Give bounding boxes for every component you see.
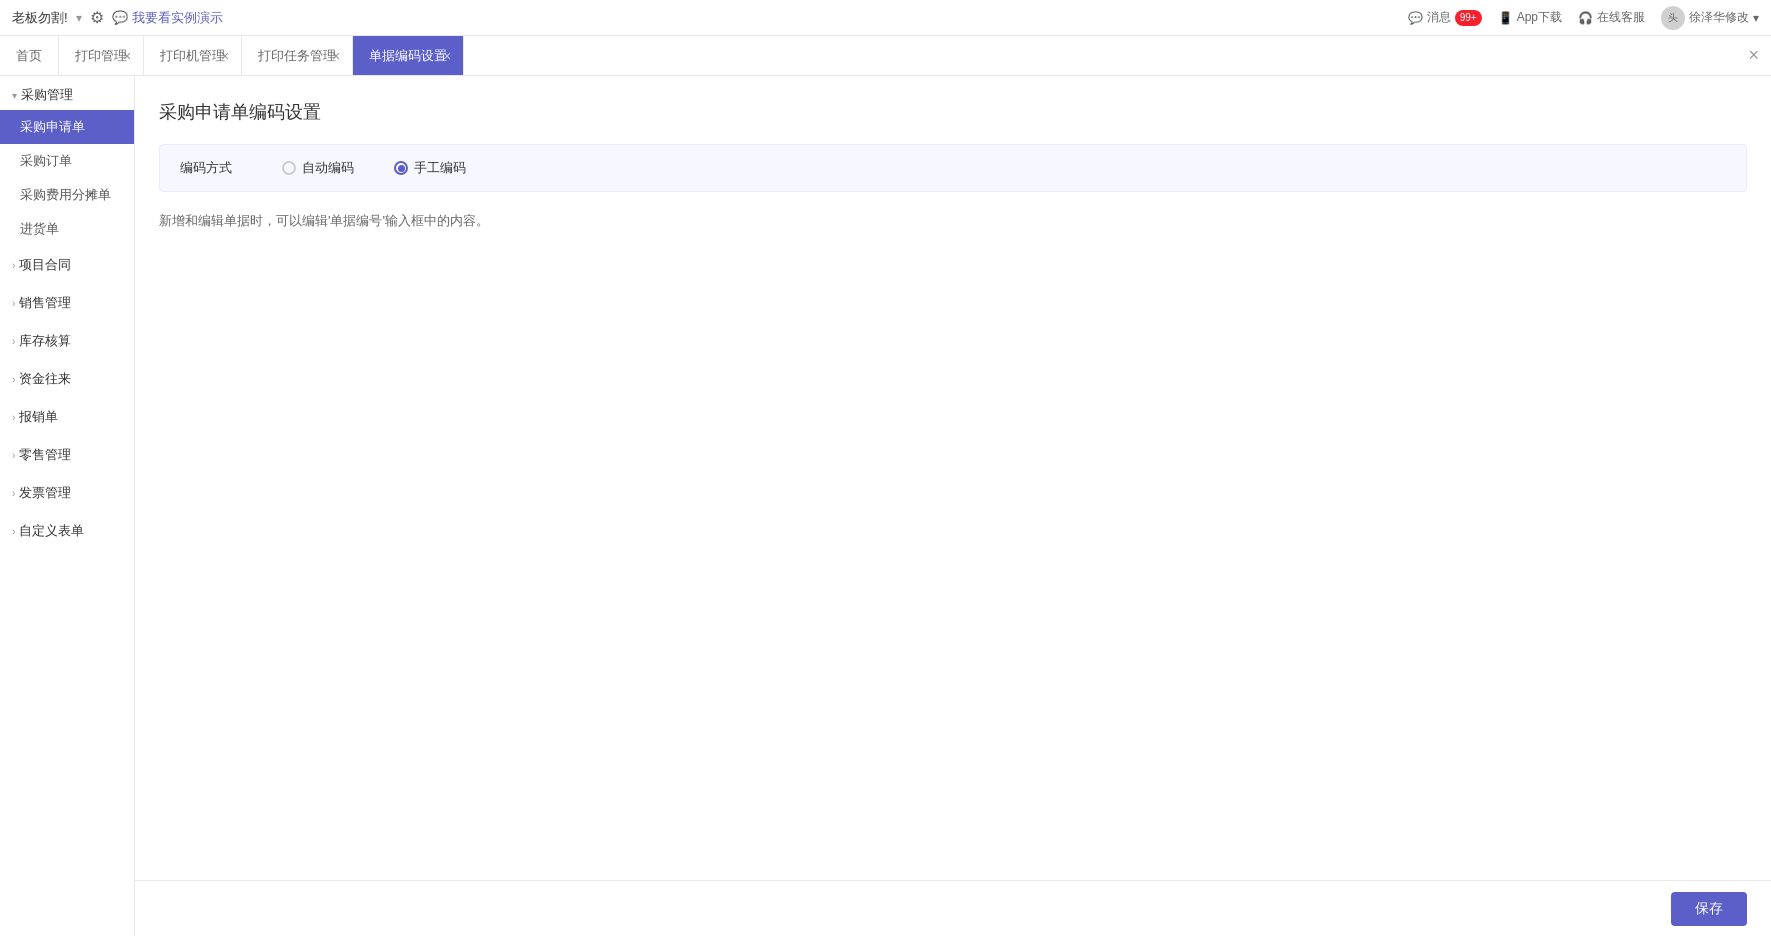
main-content: 采购申请单编码设置 编码方式 自动编码 手工编码 新增和编辑单据时，可以编辑'单… bbox=[135, 76, 1771, 936]
app-download-button[interactable]: 📱 App下载 bbox=[1498, 9, 1562, 26]
footer-bar: 保存 bbox=[135, 880, 1771, 936]
window-close-button[interactable]: × bbox=[1736, 45, 1771, 66]
tab-close-print-manage[interactable]: × bbox=[119, 48, 135, 64]
sidebar-item-purchase-order[interactable]: 采购订单 bbox=[0, 144, 134, 178]
sidebar-group-inventory[interactable]: › 库存核算 bbox=[0, 322, 134, 360]
top-bar-right: 💬 消息 99+ 📱 App下载 🎧 在线客服 头 徐泽华修改 ▾ bbox=[1408, 6, 1759, 30]
sidebar-group-sales[interactable]: › 销售管理 bbox=[0, 284, 134, 322]
tab-bar: 首页 打印管理 × 打印机管理 × 打印任务管理 × 单据编码设置 × × bbox=[0, 36, 1771, 76]
encoding-section: 编码方式 自动编码 手工编码 bbox=[159, 144, 1747, 192]
layout: ▾ 采购管理 采购申请单 采购订单 采购费用分摊单 进货单 › 项目合同 › 销… bbox=[0, 76, 1771, 936]
sidebar-item-purchase-request[interactable]: 采购申请单 bbox=[0, 110, 134, 144]
tab-close-single-code[interactable]: × bbox=[439, 48, 455, 64]
tab-close-print-task[interactable]: × bbox=[328, 48, 344, 64]
user-menu[interactable]: 头 徐泽华修改 ▾ bbox=[1661, 6, 1759, 30]
encoding-label: 编码方式 bbox=[180, 159, 232, 177]
message-badge: 99+ bbox=[1455, 10, 1482, 26]
sidebar-group-purchase[interactable]: ▾ 采购管理 bbox=[0, 76, 134, 110]
top-bar: 老板勿割! ▾ ⚙ 💬 我要看实例演示 💬 消息 99+ 📱 App下载 🎧 在… bbox=[0, 0, 1771, 36]
message-button[interactable]: 💬 消息 99+ bbox=[1408, 9, 1482, 26]
hint-text: 新增和编辑单据时，可以编辑'单据编号'输入框中的内容。 bbox=[159, 212, 1747, 230]
tab-printer-manage[interactable]: 打印机管理 × bbox=[144, 36, 242, 75]
sidebar-item-purchase-expense[interactable]: 采购费用分摊单 bbox=[0, 178, 134, 212]
tab-home[interactable]: 首页 bbox=[0, 36, 59, 75]
auto-code-option[interactable]: 自动编码 bbox=[282, 159, 354, 177]
sidebar-group-project[interactable]: › 项目合同 bbox=[0, 246, 134, 284]
sidebar-group-retail[interactable]: › 零售管理 bbox=[0, 436, 134, 474]
dropdown-icon[interactable]: ▾ bbox=[76, 11, 82, 25]
sidebar-group-custom-form[interactable]: › 自定义表单 bbox=[0, 512, 134, 550]
sidebar-group-sales-return[interactable]: › 报销单 bbox=[0, 398, 134, 436]
content-area: 采购申请单编码设置 编码方式 自动编码 手工编码 新增和编辑单据时，可以编辑'单… bbox=[135, 76, 1771, 880]
sidebar: ▾ 采购管理 采购申请单 采购订单 采购费用分摊单 进货单 › 项目合同 › 销… bbox=[0, 76, 135, 936]
sidebar-item-goods-receipt[interactable]: 进货单 bbox=[0, 212, 134, 246]
sidebar-group-capital[interactable]: › 资金往来 bbox=[0, 360, 134, 398]
sidebar-group-invoice[interactable]: › 发票管理 bbox=[0, 474, 134, 512]
manual-code-radio[interactable] bbox=[394, 161, 408, 175]
brand-text: 老板勿割! bbox=[12, 9, 68, 27]
top-bar-left: 老板勿割! ▾ ⚙ 💬 我要看实例演示 bbox=[12, 8, 223, 27]
demo-link[interactable]: 💬 我要看实例演示 bbox=[112, 9, 223, 27]
tab-print-task[interactable]: 打印任务管理 × bbox=[242, 36, 353, 75]
tab-close-printer-manage[interactable]: × bbox=[217, 48, 233, 64]
auto-code-radio[interactable] bbox=[282, 161, 296, 175]
avatar: 头 bbox=[1661, 6, 1685, 30]
save-button[interactable]: 保存 bbox=[1671, 892, 1747, 926]
tab-print-manage[interactable]: 打印管理 × bbox=[59, 36, 144, 75]
manual-code-option[interactable]: 手工编码 bbox=[394, 159, 466, 177]
online-service-button[interactable]: 🎧 在线客服 bbox=[1578, 9, 1645, 26]
page-title: 采购申请单编码设置 bbox=[159, 100, 1747, 124]
tab-single-code[interactable]: 单据编码设置 × bbox=[353, 36, 464, 75]
settings-icon[interactable]: ⚙ bbox=[90, 8, 104, 27]
